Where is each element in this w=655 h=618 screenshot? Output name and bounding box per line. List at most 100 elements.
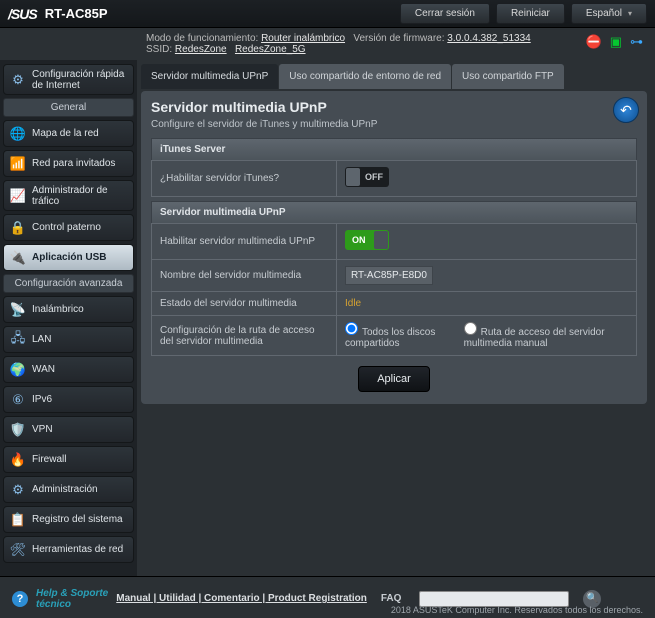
copyright: 2018 ASUSTeK Computer Inc. Reservados to… [391, 605, 643, 615]
tab-upnp[interactable]: Servidor multimedia UPnP [141, 64, 278, 89]
sidebar-group-advanced: Configuración avanzada [3, 274, 134, 293]
sidebar-item-label: Inalámbrico [32, 304, 84, 315]
panel-subtitle: Configure el servidor de iTunes y multim… [151, 119, 637, 130]
sidebar-item-netmap[interactable]: 🌐 Mapa de la red [3, 120, 134, 147]
mode-label: Modo de funcionamiento: [146, 33, 258, 44]
lock-icon: 🔒 [10, 220, 26, 236]
section-upnp: Servidor multimedia UPnP [151, 201, 637, 223]
chart-icon: 📈 [10, 188, 26, 204]
panel-title: Servidor multimedia UPnP [151, 99, 637, 115]
server-status: Idle [345, 298, 361, 309]
sidebar-group-general: General [3, 98, 134, 117]
gear-icon: ⚙ [10, 482, 26, 498]
status-icon-1[interactable]: ⛔ [586, 34, 602, 50]
help-icon[interactable]: ? [12, 591, 28, 607]
footer-links[interactable]: Manual | Utilidad | Comentario | Product… [116, 593, 367, 604]
sidebar-item-label: VPN [32, 424, 53, 435]
sidebar-item-parental[interactable]: 🔒 Control paterno [3, 214, 134, 241]
row-label: ¿Habilitar servidor iTunes? [152, 161, 337, 197]
row-label: Configuración de la ruta de acceso del s… [152, 316, 337, 356]
toggle-label: ON [352, 235, 366, 245]
path-opt-all[interactable]: Todos los discos compartidos [345, 322, 452, 349]
back-button[interactable]: ↶ [613, 97, 639, 123]
itunes-toggle[interactable]: OFF [345, 167, 389, 187]
shield-icon: 🛡️ [10, 422, 26, 438]
sidebar-item-wan[interactable]: 🌍 WAN [3, 356, 134, 383]
sidebar-item-firewall[interactable]: 🔥 Firewall [3, 446, 134, 473]
sidebar-item-wireless[interactable]: 📡 Inalámbrico [3, 296, 134, 323]
ssid-24[interactable]: RedesZone [175, 44, 227, 55]
sidebar-item-label: Mapa de la red [32, 128, 99, 139]
wifi-icon: 📶 [10, 156, 26, 172]
sidebar-item-usbapp[interactable]: 🔌 Aplicación USB [3, 244, 134, 271]
model-label: RT-AC85P [45, 6, 108, 21]
server-name-input[interactable] [345, 266, 433, 285]
gear-icon: ⚙ [10, 72, 26, 88]
row-label: Habilitar servidor multimedia UPnP [152, 224, 337, 260]
sidebar-item-lan[interactable]: 🖧 LAN [3, 326, 134, 353]
logout-button[interactable]: Cerrar sesión [400, 3, 490, 24]
fire-icon: 🔥 [10, 452, 26, 468]
list-icon: 📋 [10, 512, 26, 528]
globe-icon: 🌍 [10, 362, 26, 378]
sidebar: ⚙ Configuración rápida de Internet Gener… [0, 60, 137, 576]
itunes-table: ¿Habilitar servidor iTunes? OFF [151, 160, 637, 197]
sidebar-item-label: Configuración rápida de Internet [32, 69, 127, 91]
radio-label: Todos los discos compartidos [345, 327, 435, 349]
sidebar-item-label: IPv6 [32, 394, 52, 405]
row-label: Nombre del servidor multimedia [152, 260, 337, 292]
sidebar-item-admin[interactable]: ⚙ Administración [3, 476, 134, 503]
sidebar-item-syslog[interactable]: 📋 Registro del sistema [3, 506, 134, 533]
sidebar-item-label: Administración [32, 484, 98, 495]
reboot-button[interactable]: Reiniciar [496, 3, 565, 24]
globe-icon: 🌐 [10, 126, 26, 142]
path-opt-manual[interactable]: Ruta de acceso del servidor multimedia m… [464, 322, 628, 349]
content-panel: ↶ Servidor multimedia UPnP Configure el … [141, 91, 647, 404]
sidebar-item-nettools[interactable]: 🛠 Herramientas de red [3, 536, 134, 563]
antenna-icon: 📡 [10, 302, 26, 318]
upnp-toggle[interactable]: ON [345, 230, 389, 250]
ipv6-icon: ⑥ [10, 392, 26, 408]
brand-logo: /SUS [8, 6, 37, 22]
lan-icon: 🖧 [10, 332, 26, 348]
fw-value[interactable]: 3.0.0.4.382_51334 [447, 33, 530, 44]
mode-value[interactable]: Router inalámbrico [261, 33, 345, 44]
help-label: Help & Soportetécnico [36, 588, 108, 610]
sidebar-quick-setup[interactable]: ⚙ Configuración rápida de Internet [3, 64, 134, 95]
ssid-label: SSID: [146, 44, 172, 55]
radio-manual[interactable] [464, 322, 477, 335]
usb-icon: 🔌 [10, 250, 26, 266]
language-select[interactable]: Español [571, 3, 647, 24]
sidebar-item-label: Firewall [32, 454, 66, 465]
sidebar-item-label: Herramientas de red [32, 544, 123, 555]
section-itunes: iTunes Server [151, 138, 637, 160]
usb-icon[interactable]: ⊶ [630, 34, 643, 50]
sidebar-item-ipv6[interactable]: ⑥ IPv6 [3, 386, 134, 413]
top-bar: /SUS RT-AC85P Cerrar sesión Reiniciar Es… [0, 0, 655, 28]
tab-netshare[interactable]: Uso compartido de entorno de red [279, 64, 451, 89]
sidebar-item-label: Red para invitados [32, 158, 115, 169]
upnp-table: Habilitar servidor multimedia UPnP ON No… [151, 223, 637, 356]
apply-button[interactable]: Aplicar [358, 366, 430, 392]
status-icon-2[interactable]: ▣ [610, 34, 622, 50]
row-label: Estado del servidor multimedia [152, 292, 337, 316]
sidebar-item-label: WAN [32, 364, 55, 375]
sidebar-item-label: Control paterno [32, 222, 101, 233]
tools-icon: 🛠 [10, 542, 26, 558]
fw-label: Versión de firmware: [353, 33, 444, 44]
toggle-label: OFF [365, 172, 383, 182]
sidebar-item-vpn[interactable]: 🛡️ VPN [3, 416, 134, 443]
tab-bar: Servidor multimedia UPnP Uso compartido … [141, 64, 647, 89]
sidebar-item-label: Administrador de tráfico [32, 185, 127, 207]
sidebar-item-label: Aplicación USB [32, 252, 106, 263]
radio-label: Ruta de acceso del servidor multimedia m… [464, 327, 605, 349]
tab-ftp[interactable]: Uso compartido FTP [452, 64, 564, 89]
sidebar-item-guest[interactable]: 📶 Red para invitados [3, 150, 134, 177]
sidebar-item-label: Registro del sistema [32, 514, 123, 525]
ssid-5[interactable]: RedesZone_5G [235, 44, 306, 55]
radio-all[interactable] [345, 322, 358, 335]
info-bar: Modo de funcionamiento: Router inalámbri… [0, 28, 655, 60]
sidebar-item-label: LAN [32, 334, 51, 345]
sidebar-item-traffic[interactable]: 📈 Administrador de tráfico [3, 180, 134, 211]
faq-link[interactable]: FAQ [381, 593, 402, 604]
